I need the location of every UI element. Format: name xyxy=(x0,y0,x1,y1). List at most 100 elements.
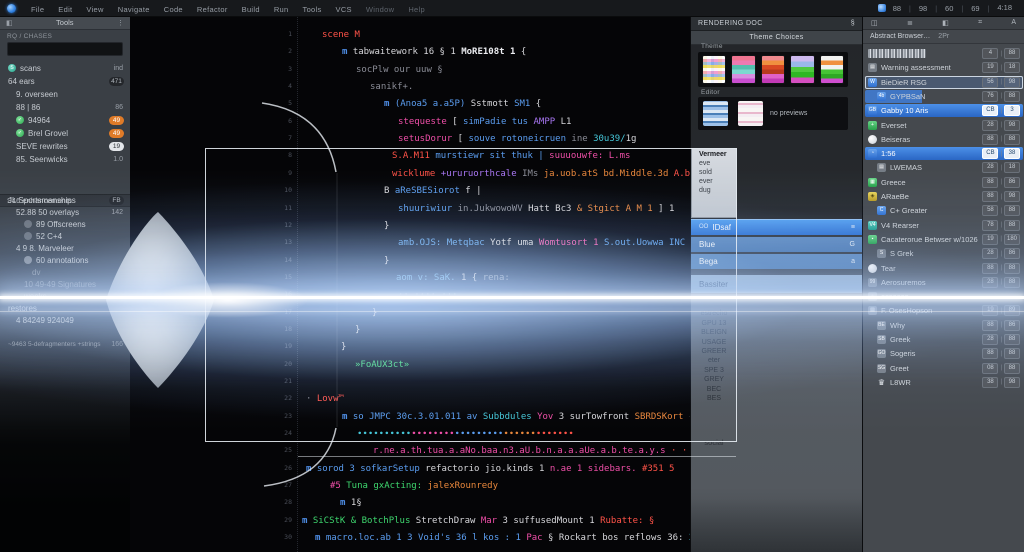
code-token: m xyxy=(306,463,317,474)
list-item[interactable]: estrecho xyxy=(691,308,737,317)
menu-item-code[interactable]: Code xyxy=(157,5,190,14)
browser-row[interactable]: ♛ L8WR 38 | 98 xyxy=(865,376,1023,389)
sidebar-row[interactable]: ~9463 5-defragmenters +strings 166 xyxy=(0,338,130,350)
preview-thumb[interactable] xyxy=(703,101,728,126)
sidebar-row[interactable]: 9. overseen xyxy=(0,88,130,100)
browser-row[interactable]: 4 | 88 xyxy=(865,47,1023,60)
browser-row[interactable]: Tear 88 | 88 xyxy=(865,262,1023,275)
browser-row[interactable]: ▦ Greece 88 | 86 xyxy=(865,176,1023,189)
menu-item-help[interactable]: Help xyxy=(401,5,432,14)
app-logo-icon[interactable] xyxy=(7,3,16,13)
sidebar-row[interactable]: 89 Offscreens xyxy=(0,218,130,230)
dots-icon[interactable]: ⋮ xyxy=(117,19,124,27)
browser-row[interactable]: SB Greek 28 | 88 xyxy=(865,333,1023,346)
sidebar-row[interactable]: 64 ears 471 xyxy=(0,75,130,87)
dropdown-item[interactable]: Vermeer xyxy=(692,149,736,158)
dropdown-item[interactable]: ever xyxy=(692,176,736,185)
sidebar-row[interactable]: restores 44 xyxy=(0,302,130,314)
theme-swatch-ember[interactable] xyxy=(760,55,786,84)
menu-item-vcs[interactable]: VCS xyxy=(329,5,359,14)
sidebar-row[interactable]: ✓ 94964 49 xyxy=(0,114,130,126)
toolbar-icon-0[interactable]: ◫ xyxy=(871,19,878,27)
option-row[interactable]: Blue G xyxy=(691,237,863,252)
sidebar-row[interactable]: 4 9 8. Marveleer xyxy=(0,242,130,254)
browser-row[interactable]: 99 Aerosuremos 28 | 88 xyxy=(865,276,1023,289)
browser-row[interactable]: BE Why 88 | 86 xyxy=(865,319,1023,332)
gear-icon[interactable]: § xyxy=(851,20,855,27)
browser-row[interactable]: Beiseras 88 | 88 xyxy=(865,133,1023,146)
browser-row[interactable]: ▤ F. OsesHopson 19 | 89 xyxy=(865,304,1023,317)
browser-row[interactable]: W BieDieR RSG 56 | 98 xyxy=(865,75,1023,89)
panel-icon[interactable]: ◧ xyxy=(6,19,13,27)
code-editor[interactable]: 1 2 3 4 5 6 7 8 9 10 11 12 13 14 15 16 17 18 19 20 21 22 23 24 2… xyxy=(130,16,690,552)
list-item[interactable]: BEC xyxy=(691,383,737,393)
browser-row[interactable]: SG Greet 08 | 88 xyxy=(865,362,1023,375)
browser-row[interactable]: ▪ Cacaterorue Betwser w/1026 19 | 180 xyxy=(865,233,1023,246)
list-item[interactable]: SPE 3 xyxy=(691,364,737,374)
browser-row[interactable]: + Everset 28 | 98 xyxy=(865,119,1023,132)
theme-swatch-mosaic[interactable] xyxy=(702,55,727,84)
toolbar-icon-4[interactable]: A xyxy=(1011,19,1016,26)
theme-swatch-classic[interactable] xyxy=(819,55,845,84)
list-item[interactable]: GREY xyxy=(691,374,737,383)
status-orb-icon[interactable] xyxy=(877,4,886,12)
sidebar-row[interactable]: 4 84249 924049 (2) xyxy=(0,314,130,326)
toolbar-icon-2[interactable]: ◧ xyxy=(942,19,949,27)
sidebar-row[interactable]: 52 C+4 xyxy=(0,230,130,242)
menu-item-window[interactable]: Window xyxy=(359,5,401,14)
browser-row[interactable]: C C+ Greater 58 | 88 xyxy=(865,204,1023,217)
browser-row[interactable]: GB Gabby 10 Aris CB | 3 xyxy=(865,104,1023,118)
list-item[interactable]: GREER xyxy=(691,346,737,355)
badge-divider: | xyxy=(1000,222,1002,229)
theme-swatch-meadow[interactable] xyxy=(790,55,815,84)
option-row[interactable]: Bega a xyxy=(691,254,863,269)
browser-row[interactable]: ▫ esseses xyxy=(865,290,1023,303)
code-token: [ xyxy=(452,116,464,127)
list-item[interactable]: BES xyxy=(691,393,737,402)
menu-item-run[interactable]: Run xyxy=(267,5,296,14)
browser-row[interactable]: GO Sogeris 88 | 88 xyxy=(865,347,1023,360)
menu-item-navigate[interactable]: Navigate xyxy=(111,5,157,14)
list-item[interactable]: USAGE xyxy=(691,336,737,346)
menu-item-file[interactable]: File xyxy=(24,5,51,14)
sidebar-row[interactable]: JL Sportsmanships FB xyxy=(0,194,130,206)
sidebar-row[interactable]: 60 annotations xyxy=(0,254,130,266)
menu-item-view[interactable]: View xyxy=(79,5,110,14)
browser-row-label: Greet xyxy=(890,363,909,373)
sidebar-row[interactable]: Sscans ind xyxy=(0,62,130,74)
browser-row[interactable]: ◔ 1:56 CB | 38 xyxy=(865,147,1023,161)
badge-count-1: 28 xyxy=(982,119,999,131)
list-item[interactable]: BLEIGN xyxy=(691,327,737,336)
browser-row[interactable]: 4b GYPBSaN 76 | 88 xyxy=(865,89,1023,103)
toolbar-icon-1[interactable]: ≣ xyxy=(907,19,913,27)
code-line: } xyxy=(384,256,389,266)
toolbar-icon-3[interactable]: ⌗ xyxy=(978,19,982,27)
search-input[interactable] xyxy=(7,42,123,56)
preview-thumb[interactable] xyxy=(738,101,763,126)
menu-item-edit[interactable]: Edit xyxy=(51,5,79,14)
sidebar-row[interactable]: weeks xyxy=(0,290,130,302)
option-row[interactable]: OO IDsaf ≡ xyxy=(691,219,863,235)
sidebar-row[interactable]: 10 49-49 Signatures xyxy=(0,278,130,290)
browser-row[interactable]: ◈ ARaeBe 88 | 98 xyxy=(865,190,1023,203)
option-row[interactable]: Bassiter xyxy=(691,275,863,293)
menu-item-build[interactable]: Build xyxy=(235,5,267,14)
browser-row[interactable]: S S Grek 28 | 86 xyxy=(865,247,1023,260)
dropdown-item[interactable]: dug xyxy=(692,185,736,194)
dropdown-item[interactable]: eve xyxy=(692,158,736,167)
theme-swatch-reef[interactable] xyxy=(731,55,756,84)
browser-row[interactable]: ▤ LWEMAS 28 | 18 xyxy=(865,161,1023,174)
sidebar-row[interactable]: 85. Seenwicks 1.0 xyxy=(0,153,130,165)
menu-item-refactor[interactable]: Refactor xyxy=(190,5,235,14)
list-item[interactable]: eter xyxy=(691,355,737,364)
browser-row[interactable]: V4 V4 Rearser 78 | 88 xyxy=(865,219,1023,232)
sidebar-row[interactable]: ✓ Brel Grovel 49 xyxy=(0,127,130,139)
sidebar-row[interactable]: 88 | 86 86 xyxy=(0,101,130,113)
browser-row[interactable]: ▤ Warning assessment 19 | 18 xyxy=(865,61,1023,74)
sidebar-row[interactable]: dv xyxy=(0,266,130,278)
menu-item-tools[interactable]: Tools xyxy=(296,5,329,14)
sidebar-row[interactable]: SEVE rewrites 19 xyxy=(0,140,130,152)
dropdown-item[interactable]: sold xyxy=(692,167,736,176)
sidebar-row[interactable]: 52.88 50 overlays 142 xyxy=(0,206,130,218)
list-item[interactable]: GPU 13 xyxy=(691,317,737,327)
